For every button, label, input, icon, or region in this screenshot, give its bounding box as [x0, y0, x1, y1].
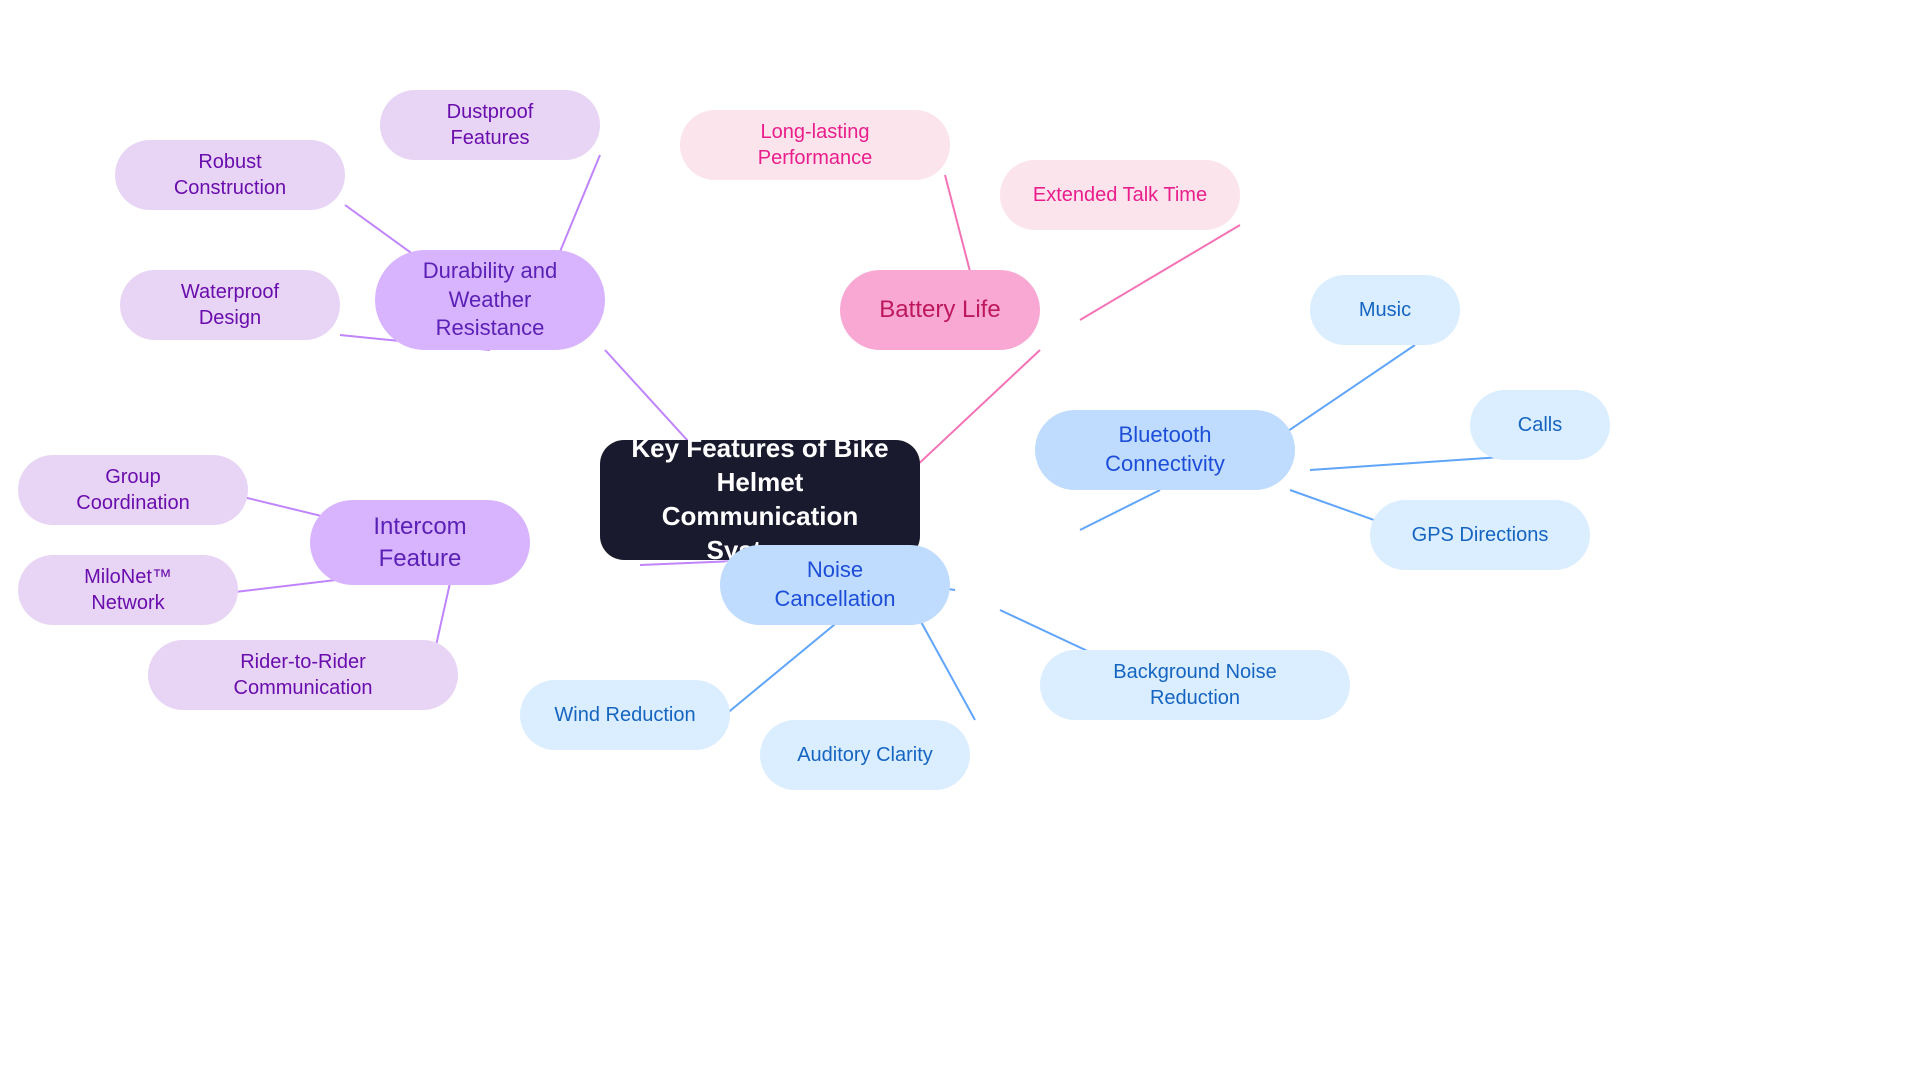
dustproof-node: Dustproof Features	[380, 90, 600, 160]
music-node: Music	[1310, 275, 1460, 345]
rider-to-rider-node: Rider-to-Rider Communication	[148, 640, 458, 710]
waterproof-node: Waterproof Design	[120, 270, 340, 340]
durability-node: Durability and Weather Resistance	[375, 250, 605, 350]
battery-node: Battery Life	[840, 270, 1040, 350]
wind-node: Wind Reduction	[520, 680, 730, 750]
longlasting-node: Long-lasting Performance	[680, 110, 950, 180]
noise-node: Noise Cancellation	[720, 545, 950, 625]
calls-node: Calls	[1470, 390, 1610, 460]
gps-node: GPS Directions	[1370, 500, 1590, 570]
robust-node: Robust Construction	[115, 140, 345, 210]
auditory-node: Auditory Clarity	[760, 720, 970, 790]
group-coord-node: Group Coordination	[18, 455, 248, 525]
extended-talk-node: Extended Talk Time	[1000, 160, 1240, 230]
center-node: Key Features of Bike Helmet Communicatio…	[600, 440, 920, 560]
background-noise-node: Background Noise Reduction	[1040, 650, 1350, 720]
intercom-node: Intercom Feature	[310, 500, 530, 585]
bluetooth-node: Bluetooth Connectivity	[1035, 410, 1295, 490]
milonet-node: MiloNet™ Network	[18, 555, 238, 625]
